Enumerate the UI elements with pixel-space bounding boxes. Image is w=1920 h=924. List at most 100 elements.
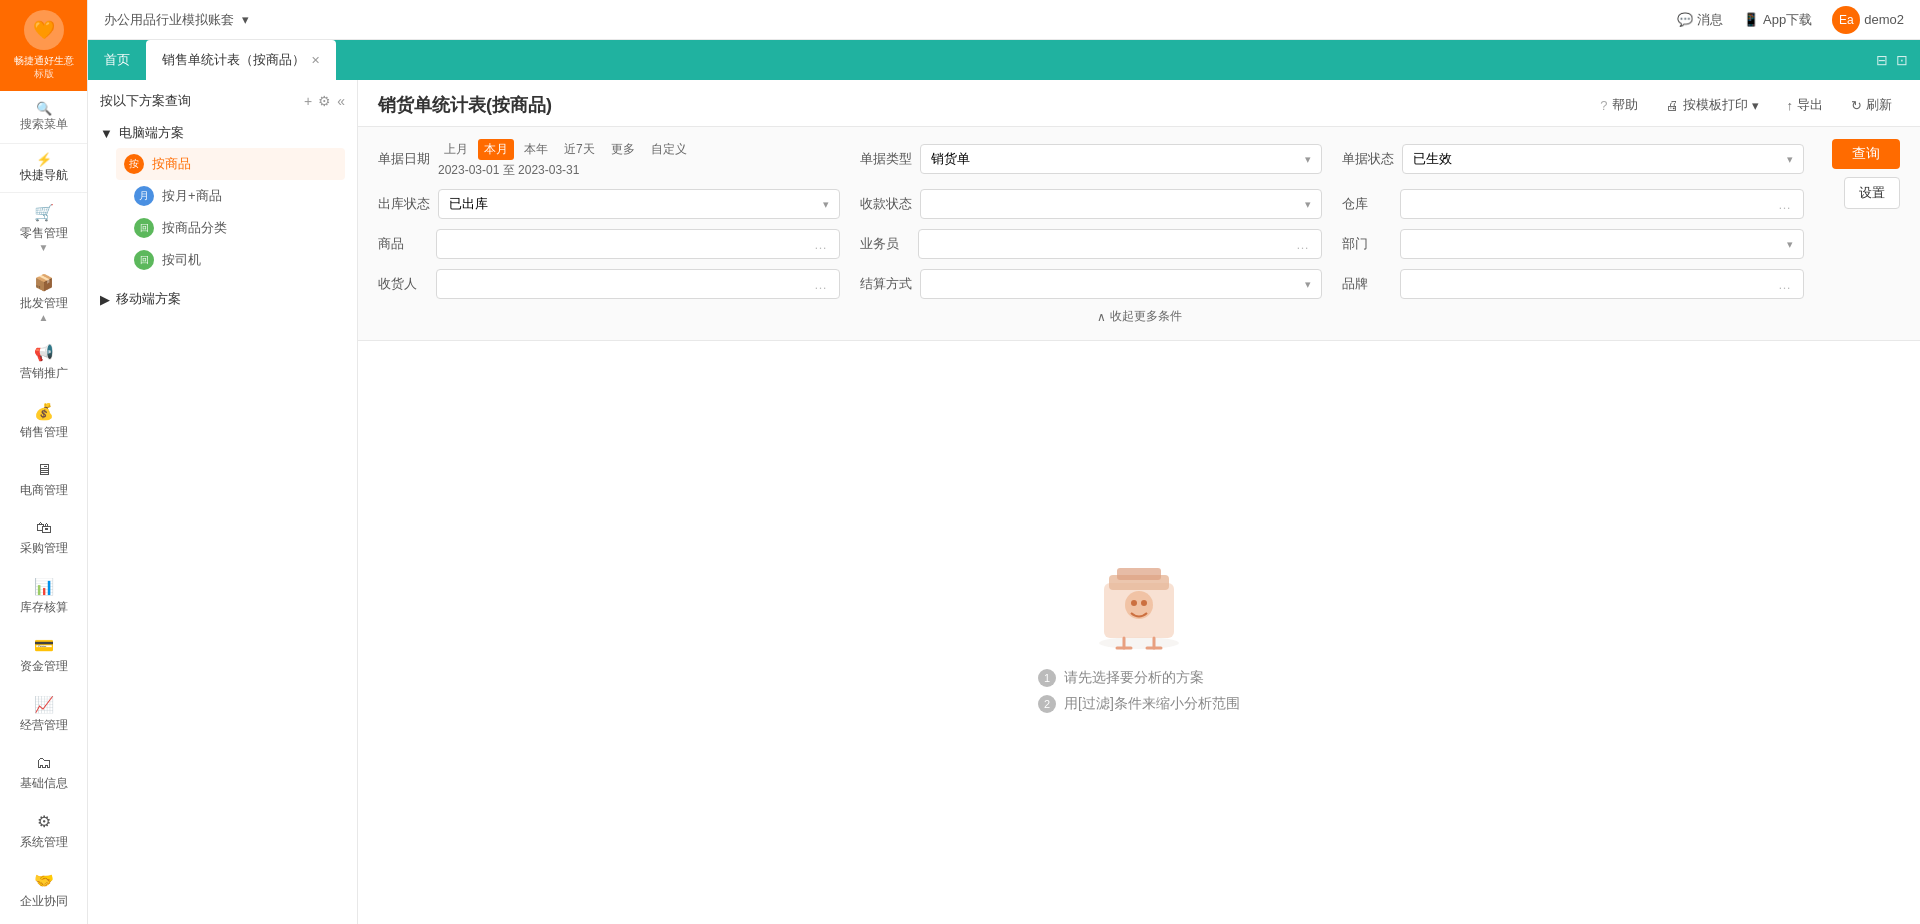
scheme-item-label-goods: 按商品 [152,155,191,173]
page-header: 销货单统计表(按商品) ? 帮助 🖨 按模板打印 ▾ ↑ 导出 [358,80,1920,127]
quick-nav[interactable]: ⚡ 快捷导航 [0,144,87,193]
help-button[interactable]: ? 帮助 [1592,92,1645,118]
sidebar-item-retail[interactable]: 🛒 零售管理 ▼ [0,193,87,263]
filter-warehouse: 仓库 … [1342,189,1804,219]
dept-control[interactable]: ▾ [1400,229,1804,259]
scheme-item-icon-goods: 按 [124,154,144,174]
settings-scheme-icon[interactable]: ⚙ [318,93,331,109]
status-control[interactable]: 已生效 ▾ [1402,144,1804,174]
sidebar-item-sales[interactable]: 💰 销售管理 [0,392,87,451]
collapse-panel-icon[interactable]: « [337,93,345,109]
tab-minimize-icon[interactable]: ⊟ [1876,52,1888,68]
warehouse-control[interactable]: … [1400,189,1804,219]
type-label: 单据类型 [860,150,912,168]
empty-tip-2: 2 用[过滤]条件来缩小分析范围 [1038,695,1240,713]
scheme-label-month: 按月+商品 [162,187,222,205]
shortcut-this-month[interactable]: 本月 [478,139,514,160]
operations-icon: 📈 [34,695,54,714]
messages-button[interactable]: 💬 消息 [1677,11,1723,29]
export-icon: ↑ [1787,98,1794,113]
export-button[interactable]: ↑ 导出 [1779,92,1832,118]
close-tab-icon[interactable]: ✕ [311,54,320,67]
scheme-item-by-category[interactable]: 回 按商品分类 [126,212,345,244]
desktop-scheme-title[interactable]: ▼ 电脑端方案 [100,118,345,148]
filter-dept: 部门 ▾ [1342,229,1804,259]
search-menu[interactable]: 🔍 搜索菜单 [0,91,87,144]
user-menu[interactable]: Ea demo2 [1832,6,1904,34]
sidebar-item-newbie[interactable]: 📖 新手引导 [0,920,87,924]
salesman-control[interactable]: … [918,229,1322,259]
salesman-label: 业务员 [860,235,910,253]
active-tab-label: 销售单统计表（按商品） [162,51,305,69]
tab-maximize-icon[interactable]: ⊡ [1896,52,1908,68]
print-button[interactable]: 🖨 按模板打印 ▾ [1658,92,1767,118]
brand-label: 品牌 [1342,275,1392,293]
tip-text-2: 用[过滤]条件来缩小分析范围 [1064,695,1240,713]
sidebar-item-operations[interactable]: 📈 经营管理 [0,685,87,744]
brand-control[interactable]: … [1400,269,1804,299]
pay-status-control[interactable]: ▾ [920,189,1322,219]
industry-selector[interactable]: 办公用品行业模拟账套 ▾ [104,11,249,29]
top-header: 办公用品行业模拟账套 ▾ 💬 消息 📱 App下载 Ea demo2 [88,0,1920,40]
mobile-scheme-label: 移动端方案 [116,290,181,308]
sidebar-item-system[interactable]: ⚙ 系统管理 [0,802,87,861]
refresh-button[interactable]: ↻ 刷新 [1843,92,1900,118]
purchase-icon: 🛍 [36,519,52,537]
tab-home[interactable]: 首页 [88,40,146,80]
shortcut-custom[interactable]: 自定义 [645,139,693,160]
scheme-header-icons: + ⚙ « [304,93,345,109]
filter-receiver: 收货人 … [378,269,840,299]
brand-dots: … [1778,277,1793,292]
settings-button[interactable]: 设置 [1844,177,1900,209]
svg-point-4 [1125,591,1153,619]
collapse-button[interactable]: ∧ 收起更多条件 [1087,305,1192,328]
mobile-scheme-title[interactable]: ▶ 移动端方案 [100,284,345,314]
dept-label: 部门 [1342,235,1392,253]
shortcut-this-year[interactable]: 本年 [518,139,554,160]
sidebar-item-enterprise[interactable]: 🤝 企业协同 [0,861,87,920]
scheme-item-by-goods[interactable]: 按 按商品 [116,148,345,180]
sidebar-item-finance[interactable]: 💳 资金管理 [0,626,87,685]
filter-row-4: 收货人 … 结算方式 ▾ [378,269,1804,299]
filter-main: 单据日期 上月 本月 本年 近7天 更多 自定义 [378,139,1804,299]
empty-tip-1: 1 请先选择要分析的方案 [1038,669,1240,687]
print-dropdown-icon: ▾ [1752,98,1759,113]
status-label: 单据状态 [1342,150,1394,168]
scheme-item-by-driver[interactable]: 回 按司机 [126,244,345,276]
query-button[interactable]: 查询 [1832,139,1900,169]
help-icon: ? [1600,98,1607,113]
sidebar-item-marketing[interactable]: 📢 营销推广 [0,333,87,392]
scheme-icon-driver: 回 [134,250,154,270]
message-icon: 💬 [1677,12,1693,27]
sidebar-item-purchase[interactable]: 🛍 采购管理 [0,509,87,567]
filter-area: 单据日期 上月 本月 本年 近7天 更多 自定义 [358,127,1920,341]
app-download-button[interactable]: 📱 App下载 [1743,11,1812,29]
receiver-label: 收货人 [378,275,428,293]
svg-point-6 [1141,600,1147,606]
sidebar-item-ecommerce[interactable]: 🖥 电商管理 [0,451,87,509]
shortcut-7days[interactable]: 近7天 [558,139,601,160]
payment-control[interactable]: ▾ [920,269,1322,299]
sidebar-item-wholesale[interactable]: 📦 批发管理 ▲ [0,263,87,333]
app-logo[interactable]: 🧡 畅捷通好生意 标版 [0,0,87,91]
goods-control[interactable]: … [436,229,840,259]
pay-status-label: 收款状态 [860,195,912,213]
type-control[interactable]: 销货单 ▾ [920,144,1322,174]
status-value: 已生效 [1413,150,1452,168]
shortcut-last-month[interactable]: 上月 [438,139,474,160]
receiver-control[interactable]: … [436,269,840,299]
warehouse-label: 仓库 [1342,195,1392,213]
goods-dots: … [814,237,829,252]
tab-sales-stats[interactable]: 销售单统计表（按商品） ✕ [146,40,336,80]
wholesale-icon: 📦 [34,273,54,292]
goods-label: 商品 [378,235,428,253]
desktop-scheme-group: ▼ 电脑端方案 按 按商品 月 按月+商品 回 [88,118,357,314]
svg-rect-3 [1117,568,1161,580]
sidebar-item-basics[interactable]: 🗂 基础信息 [0,744,87,802]
scheme-item-by-month[interactable]: 月 按月+商品 [126,180,345,212]
sidebar-item-inventory[interactable]: 📊 库存核算 [0,567,87,626]
add-scheme-icon[interactable]: + [304,93,312,109]
shortcut-more[interactable]: 更多 [605,139,641,160]
out-status-control[interactable]: 已出库 ▾ [438,189,840,219]
finance-icon: 💳 [34,636,54,655]
